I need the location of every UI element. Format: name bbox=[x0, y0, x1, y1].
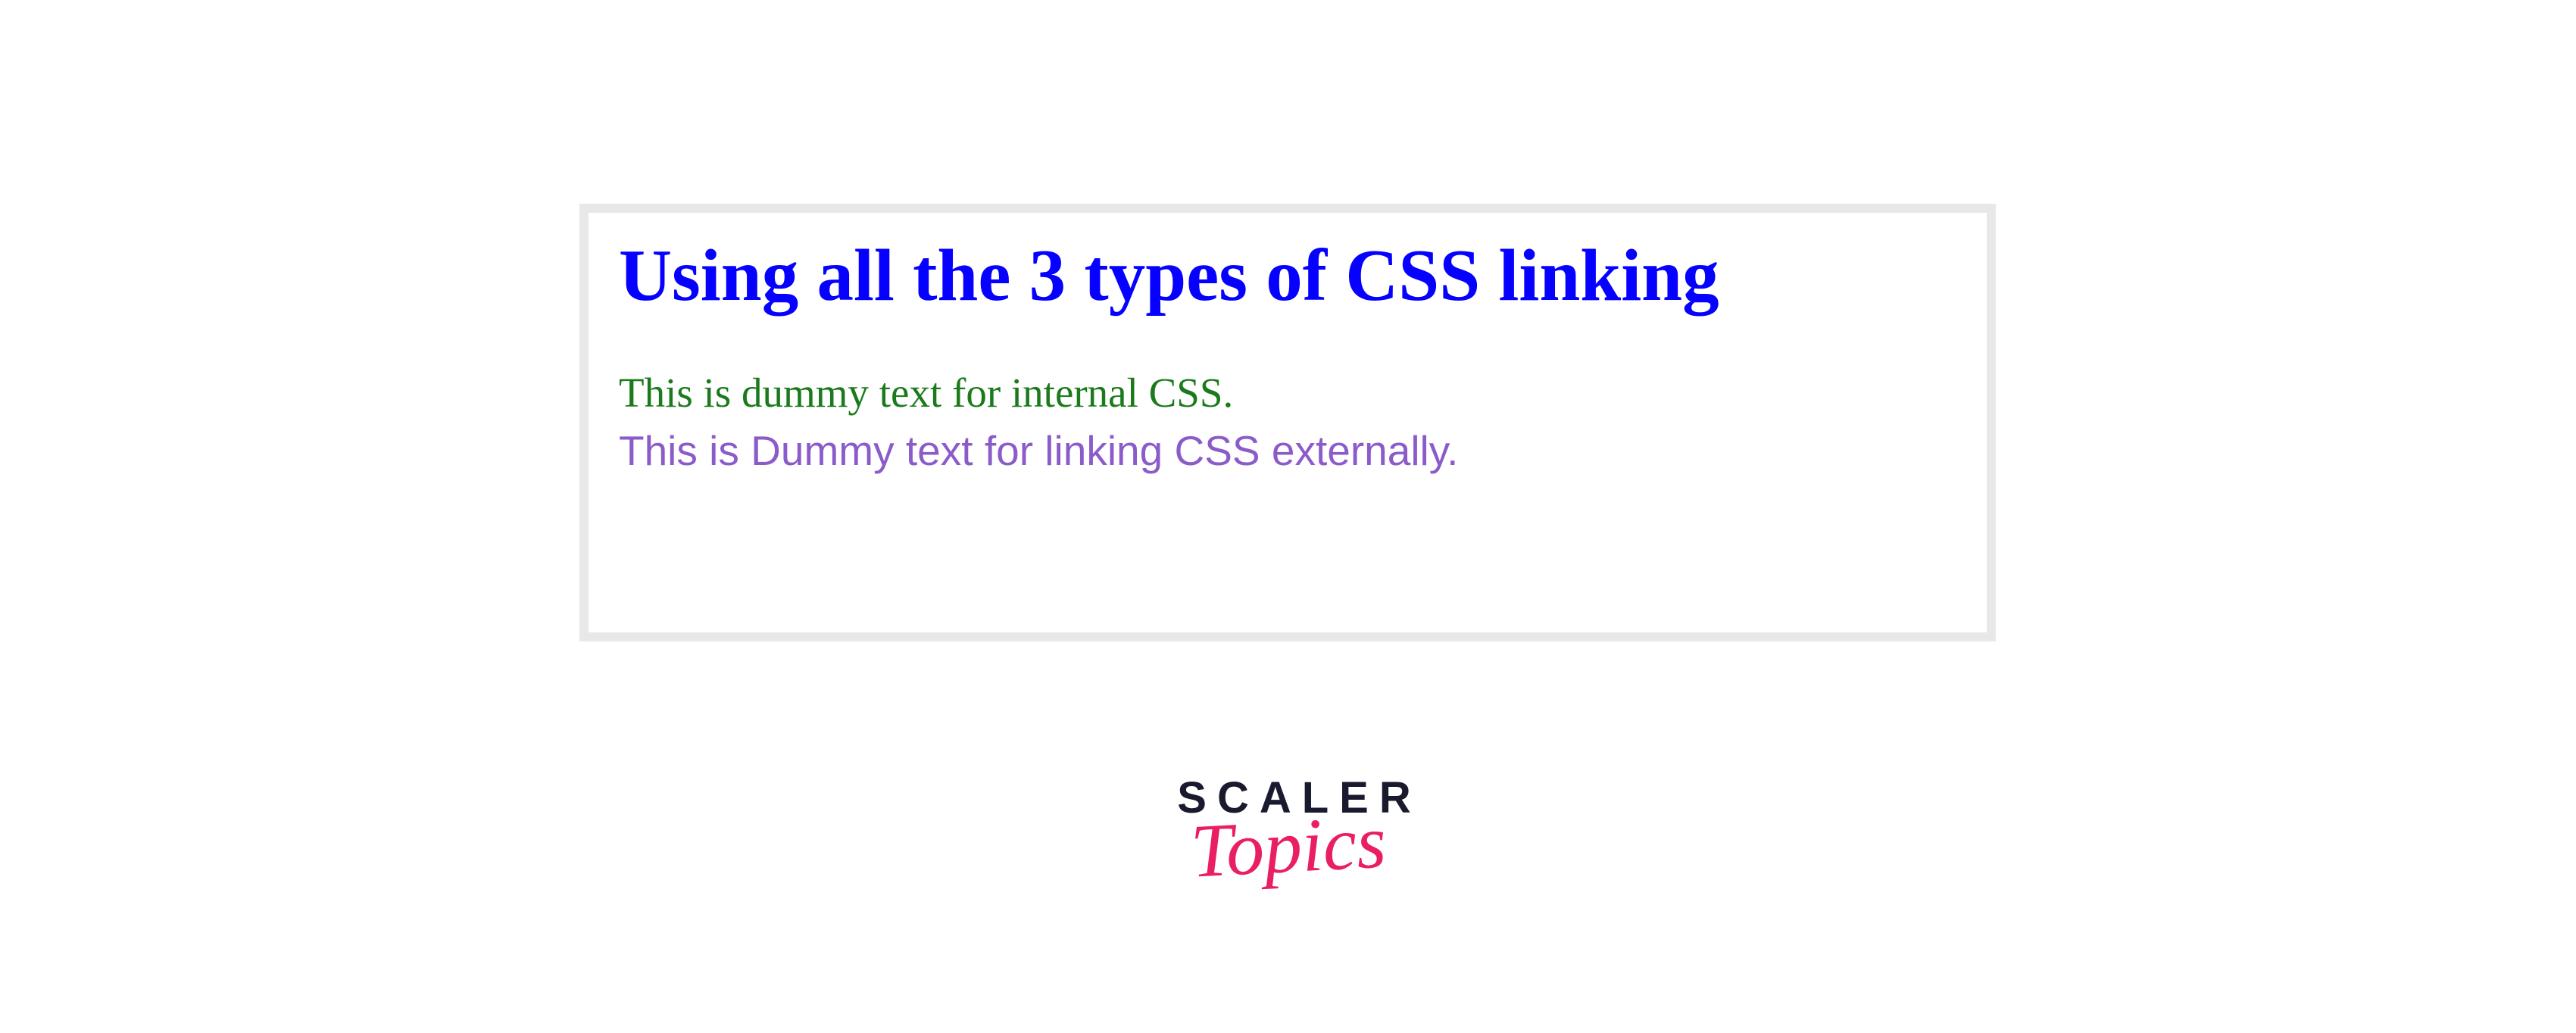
page-heading: Using all the 3 types of CSS linking bbox=[619, 236, 1956, 317]
example-output-box: Using all the 3 types of CSS linking Thi… bbox=[579, 204, 1996, 641]
external-css-text: This is Dummy text for linking CSS exter… bbox=[619, 426, 1956, 476]
internal-css-text: This is dummy text for internal CSS. bbox=[619, 368, 1956, 418]
scaler-topics-logo: SCALER Topics bbox=[1137, 776, 1440, 877]
